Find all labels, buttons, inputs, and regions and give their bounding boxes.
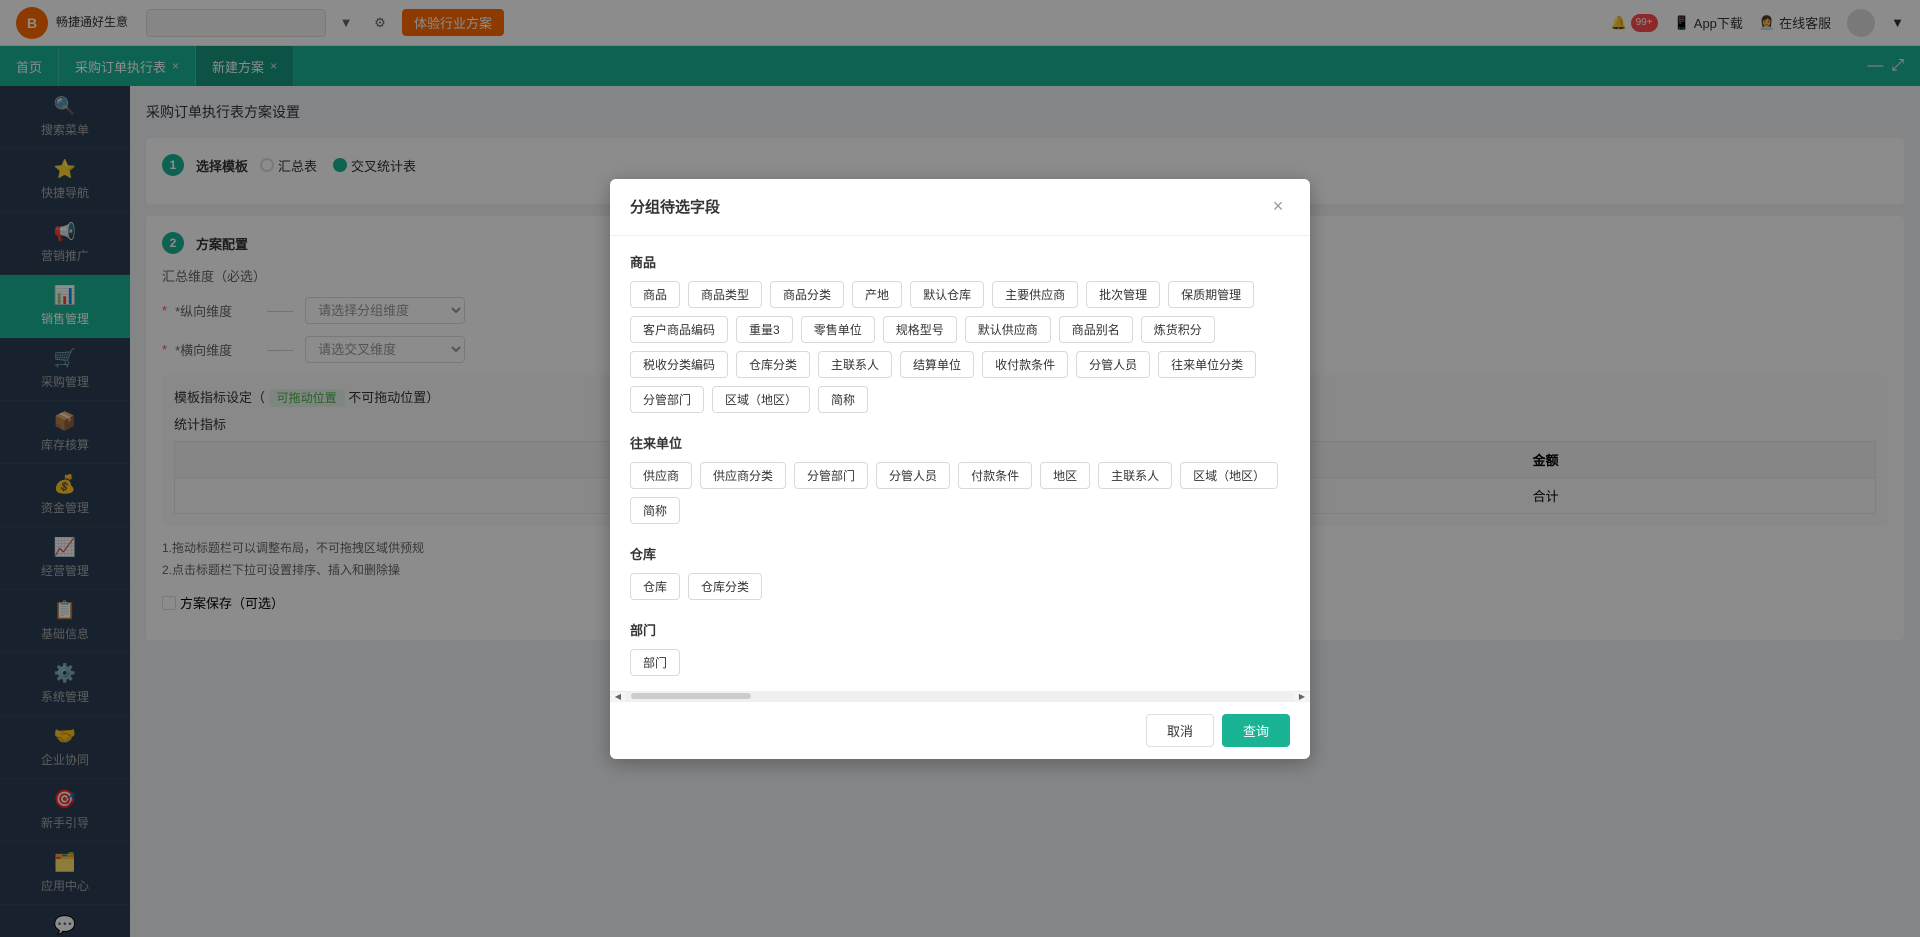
field-tag-partner-4[interactable]: 付款条件 <box>958 462 1032 489</box>
field-tag-product-20[interactable]: 分管人员 <box>1076 351 1150 378</box>
field-tag-product-15[interactable]: 税收分类编码 <box>630 351 728 378</box>
field-section-partner: 往来单位 供应商 供应商分类 分管部门 分管人员 付款条件 地区 主联系人 区域… <box>630 433 1290 524</box>
field-tag-product-11[interactable]: 规格型号 <box>883 316 957 343</box>
field-tag-product-8[interactable]: 客户商品编码 <box>630 316 728 343</box>
modal-horizontal-scrollbar[interactable]: ◀ ▶ <box>610 691 1310 701</box>
field-tag-product-16[interactable]: 仓库分类 <box>736 351 810 378</box>
field-tag-product-19[interactable]: 收付款条件 <box>982 351 1068 378</box>
hscroll-thumb <box>631 693 751 699</box>
field-tag-product-18[interactable]: 结算单位 <box>900 351 974 378</box>
field-tag-partner-7[interactable]: 区域（地区） <box>1180 462 1278 489</box>
field-tag-product-23[interactable]: 区域（地区） <box>712 386 810 413</box>
partner-section-title: 往来单位 <box>630 433 1290 452</box>
department-section-title: 部门 <box>630 620 1290 639</box>
field-tag-product-2[interactable]: 商品分类 <box>770 281 844 308</box>
field-tag-partner-5[interactable]: 地区 <box>1040 462 1090 489</box>
field-tag-product-5[interactable]: 主要供应商 <box>992 281 1078 308</box>
field-tag-product-1[interactable]: 商品类型 <box>688 281 762 308</box>
field-tag-partner-8[interactable]: 简称 <box>630 497 680 524</box>
field-tag-dept-0[interactable]: 部门 <box>630 649 680 676</box>
field-tag-product-0[interactable]: 商品 <box>630 281 680 308</box>
field-tag-partner-0[interactable]: 供应商 <box>630 462 692 489</box>
modal-confirm-button[interactable]: 查询 <box>1222 714 1290 747</box>
field-tag-product-12[interactable]: 默认供应商 <box>965 316 1051 343</box>
hscroll-track[interactable] <box>626 691 1294 701</box>
modal-header: 分组待选字段 × <box>610 179 1310 236</box>
field-tag-product-4[interactable]: 默认仓库 <box>910 281 984 308</box>
product-field-tags: 商品 商品类型 商品分类 产地 默认仓库 主要供应商 批次管理 保质期管理 客户… <box>630 281 1290 413</box>
modal-overlay: 分组待选字段 × 商品 商品 商品类型 商品分类 产地 默认仓库 主要供应商 批… <box>0 0 1920 937</box>
field-tag-product-6[interactable]: 批次管理 <box>1086 281 1160 308</box>
field-tag-partner-6[interactable]: 主联系人 <box>1098 462 1172 489</box>
field-tag-product-7[interactable]: 保质期管理 <box>1168 281 1254 308</box>
warehouse-field-tags: 仓库 仓库分类 <box>630 573 1290 600</box>
field-tag-product-9[interactable]: 重量3 <box>736 316 793 343</box>
hscroll-area: ◀ ▶ <box>610 692 1310 701</box>
field-tag-product-24[interactable]: 简称 <box>818 386 868 413</box>
field-tag-product-13[interactable]: 商品别名 <box>1059 316 1133 343</box>
partner-field-tags: 供应商 供应商分类 分管部门 分管人员 付款条件 地区 主联系人 区域（地区） … <box>630 462 1290 524</box>
modal-title: 分组待选字段 <box>630 196 720 217</box>
field-tag-product-10[interactable]: 零售单位 <box>801 316 875 343</box>
hscroll-left-arrow[interactable]: ◀ <box>610 691 626 701</box>
field-section-department: 部门 部门 <box>630 620 1290 676</box>
hscroll-right-arrow[interactable]: ▶ <box>1294 691 1310 701</box>
product-section-title: 商品 <box>630 252 1290 271</box>
field-tag-product-21[interactable]: 往来单位分类 <box>1158 351 1256 378</box>
field-tag-product-3[interactable]: 产地 <box>852 281 902 308</box>
field-tag-warehouse-0[interactable]: 仓库 <box>630 573 680 600</box>
modal-dialog: 分组待选字段 × 商品 商品 商品类型 商品分类 产地 默认仓库 主要供应商 批… <box>610 179 1310 759</box>
field-tag-product-14[interactable]: 炼货积分 <box>1141 316 1215 343</box>
modal-body[interactable]: 商品 商品 商品类型 商品分类 产地 默认仓库 主要供应商 批次管理 保质期管理… <box>610 236 1310 691</box>
modal-cancel-button[interactable]: 取消 <box>1146 714 1214 747</box>
field-tag-product-17[interactable]: 主联系人 <box>818 351 892 378</box>
department-field-tags: 部门 <box>630 649 1290 676</box>
field-tag-partner-2[interactable]: 分管部门 <box>794 462 868 489</box>
warehouse-section-title: 仓库 <box>630 544 1290 563</box>
modal-close-button[interactable]: × <box>1266 195 1290 219</box>
field-tag-partner-3[interactable]: 分管人员 <box>876 462 950 489</box>
field-section-warehouse: 仓库 仓库 仓库分类 <box>630 544 1290 600</box>
field-tag-warehouse-1[interactable]: 仓库分类 <box>688 573 762 600</box>
field-tag-partner-1[interactable]: 供应商分类 <box>700 462 786 489</box>
field-tag-product-22[interactable]: 分管部门 <box>630 386 704 413</box>
field-section-product: 商品 商品 商品类型 商品分类 产地 默认仓库 主要供应商 批次管理 保质期管理… <box>630 252 1290 413</box>
modal-footer: 取消 查询 <box>610 701 1310 759</box>
